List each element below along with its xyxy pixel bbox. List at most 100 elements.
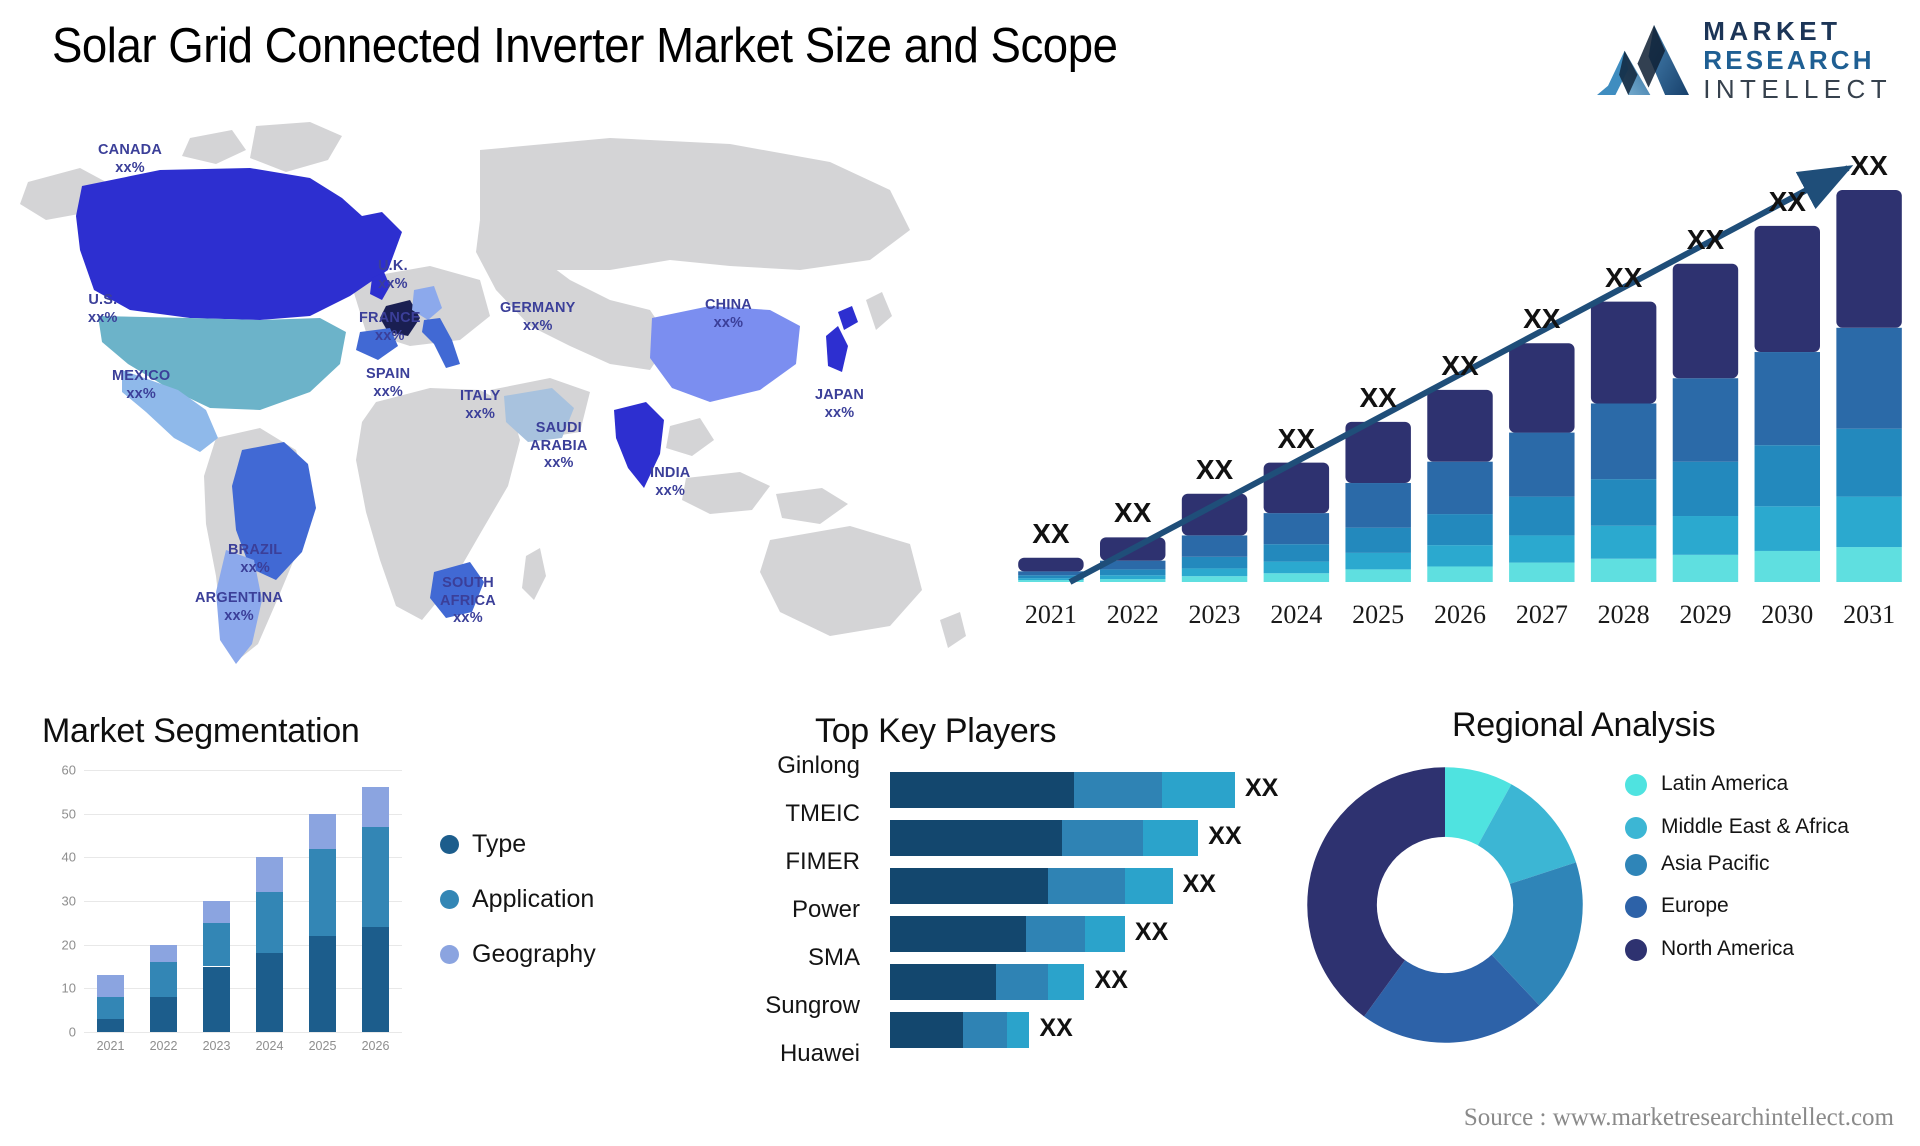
growth-value-2024: XX: [1277, 422, 1316, 454]
map-label-country: SPAIN: [366, 366, 411, 382]
growth-value-2022: XX: [1114, 497, 1152, 529]
player-bar-segment-part-2: [1073, 772, 1162, 808]
growth-bar-2025-segment-4: [1345, 552, 1411, 570]
map-label-country: MEXICO: [112, 368, 171, 384]
growth-year-2028: 2028: [1597, 600, 1650, 629]
segmentation-ytick-50: 50: [61, 806, 76, 822]
segmentation-xtick-2025: 2025: [308, 1039, 337, 1053]
market-segmentation-chart: 60 50 40 30 20 10 0 2021 2022 2023 2024 2025 2026 Ty…: [40, 760, 660, 1110]
segmentation-bar-2021-type: [96, 1018, 125, 1032]
player-bar-sungrow: [890, 1012, 1030, 1048]
donut-hole: [1376, 836, 1514, 974]
growth-bar-2027-segment-1: [1509, 343, 1575, 433]
player-name-sungrow: Sungrow: [765, 992, 860, 1019]
region-legend-item-middle-east-africa[interactable]: Middle East & Africa: [1625, 815, 1849, 840]
logo-line-intellect: INTELLECT: [1703, 74, 1892, 104]
region-legend-item-europe[interactable]: Europe: [1625, 894, 1849, 919]
growth-bar-2021-segment-1: [1018, 557, 1084, 572]
infographic-page: Solar Grid Connected Inverter Market Siz…: [0, 0, 1920, 1146]
growth-bar-2021-segment-2: [1018, 571, 1084, 576]
growth-bar-2028-segment-1: [1590, 301, 1657, 404]
player-bar-fimer: [890, 868, 1173, 904]
player-bar-sma: [890, 964, 1085, 1000]
player-value-sma: XX: [1094, 966, 1128, 994]
growth-year-2026: 2026: [1433, 600, 1486, 629]
country-canada: [76, 168, 402, 320]
segmentation-legend-label: Geography: [472, 940, 596, 968]
segmentation-legend-item-application[interactable]: Application: [440, 885, 596, 914]
segmentation-gridline-0: [84, 1032, 402, 1033]
growth-bar-2029-segment-5: [1672, 554, 1739, 582]
growth-bar-2029-segment-2: [1672, 378, 1739, 462]
growth-bar-2030-segment-3: [1754, 445, 1820, 507]
segmentation-bar-2026-geography: [361, 787, 390, 827]
player-bar-segment-part-3: [1124, 868, 1173, 904]
segmentation-ytick-40: 40: [61, 849, 76, 865]
map-label-mexico: MEXICO xx%: [112, 368, 170, 403]
growth-bar-2030-segment-2: [1754, 352, 1820, 446]
logo-line-market: MARKET: [1703, 16, 1842, 46]
growth-bar-2030-segment-4: [1754, 506, 1820, 551]
growth-bar-2031-segment-2: [1836, 327, 1902, 429]
map-label-value: xx%: [373, 383, 403, 400]
growth-value-2021: XX: [1032, 517, 1070, 549]
map-label-value: xx%: [522, 317, 553, 334]
segmentation-bar-2023-application: [202, 922, 231, 967]
map-label-spain: SPAIN xx%: [366, 366, 410, 401]
region-legend-item-asia-pacific[interactable]: Asia Pacific: [1625, 852, 1849, 877]
map-label-u-s: U.S. xx%: [88, 292, 118, 327]
segmentation-ytick-30: 30: [61, 893, 76, 909]
growth-bar-2026-segment-3: [1427, 514, 1493, 546]
map-label-value: xx%: [453, 610, 483, 627]
growth-bar-2028-segment-3: [1590, 479, 1657, 526]
growth-value-2028: XX: [1604, 261, 1643, 293]
map-label-country: ARGENTINA: [195, 590, 283, 606]
segmentation-gridline-60: [84, 770, 402, 771]
growth-year-2029: 2029: [1679, 600, 1732, 629]
map-label-brazil: BRAZIL xx%: [228, 542, 282, 577]
growth-bar-2022-segment-3: [1100, 569, 1166, 576]
segmentation-xtick-2022: 2022: [149, 1039, 178, 1053]
source-note: Source : www.marketresearchintellect.com: [1463, 1104, 1894, 1131]
map-label-country: FRANCE: [359, 310, 421, 326]
player-name-sma: SMA: [807, 944, 860, 971]
growth-chart-svg: [1018, 165, 1902, 585]
player-name-tmeic: TMEIC: [785, 800, 860, 827]
map-label-france: FRANCE xx%: [359, 310, 421, 345]
segmentation-bar-2021-geography: [96, 975, 125, 998]
growth-bar-2027-segment-4: [1509, 535, 1575, 563]
map-label-country: GERMANY: [500, 300, 576, 316]
legend-swatch-icon: [1625, 896, 1647, 919]
segmentation-gridline-10: [84, 988, 402, 990]
growth-year-2021: 2021: [1024, 600, 1077, 629]
segmentation-gridline-50: [84, 813, 402, 815]
growth-bar-2031-segment-1: [1836, 190, 1902, 328]
player-bar-segment-part-3: [1143, 820, 1199, 856]
growth-year-2027: 2027: [1515, 600, 1568, 629]
map-label-value: xx%: [115, 159, 145, 176]
growth-bar-2030-segment-1: [1754, 225, 1820, 353]
growth-value-2023: XX: [1195, 453, 1234, 485]
growth-bar-2026-segment-5: [1427, 566, 1493, 582]
player-value-tmeic: XX: [1208, 822, 1242, 850]
growth-bar-2026-segment-2: [1427, 461, 1493, 515]
map-label-country: BRAZIL: [228, 542, 283, 558]
region-legend-item-north-america[interactable]: North America: [1625, 937, 1849, 962]
legend-swatch-icon: [1625, 774, 1647, 796]
map-label-u-k: U.K. xx%: [378, 258, 408, 293]
region-legend-item-latin-america[interactable]: Latin America: [1625, 772, 1849, 797]
map-label-country: SOUTH AFRICA: [440, 575, 496, 609]
segmentation-legend-item-geography[interactable]: Geography: [440, 940, 596, 969]
growth-value-2025: XX: [1359, 381, 1397, 413]
player-bar-segment-part-3: [1161, 772, 1235, 808]
map-label-saudi-arabia: SAUDI ARABIA xx%: [530, 420, 588, 473]
segmentation-legend-item-type[interactable]: Type: [440, 830, 596, 859]
map-label-value: xx%: [465, 405, 496, 422]
segmentation-ytick-20: 20: [61, 937, 76, 953]
growth-bar-2027-segment-3: [1509, 496, 1575, 536]
map-label-value: xx%: [713, 314, 744, 331]
map-label-germany: GERMANY xx%: [500, 300, 576, 335]
growth-bar-2029-segment-4: [1672, 516, 1739, 555]
growth-bar-2022-segment-4: [1100, 575, 1166, 580]
player-bar-segment-part-3: [1047, 964, 1085, 1000]
